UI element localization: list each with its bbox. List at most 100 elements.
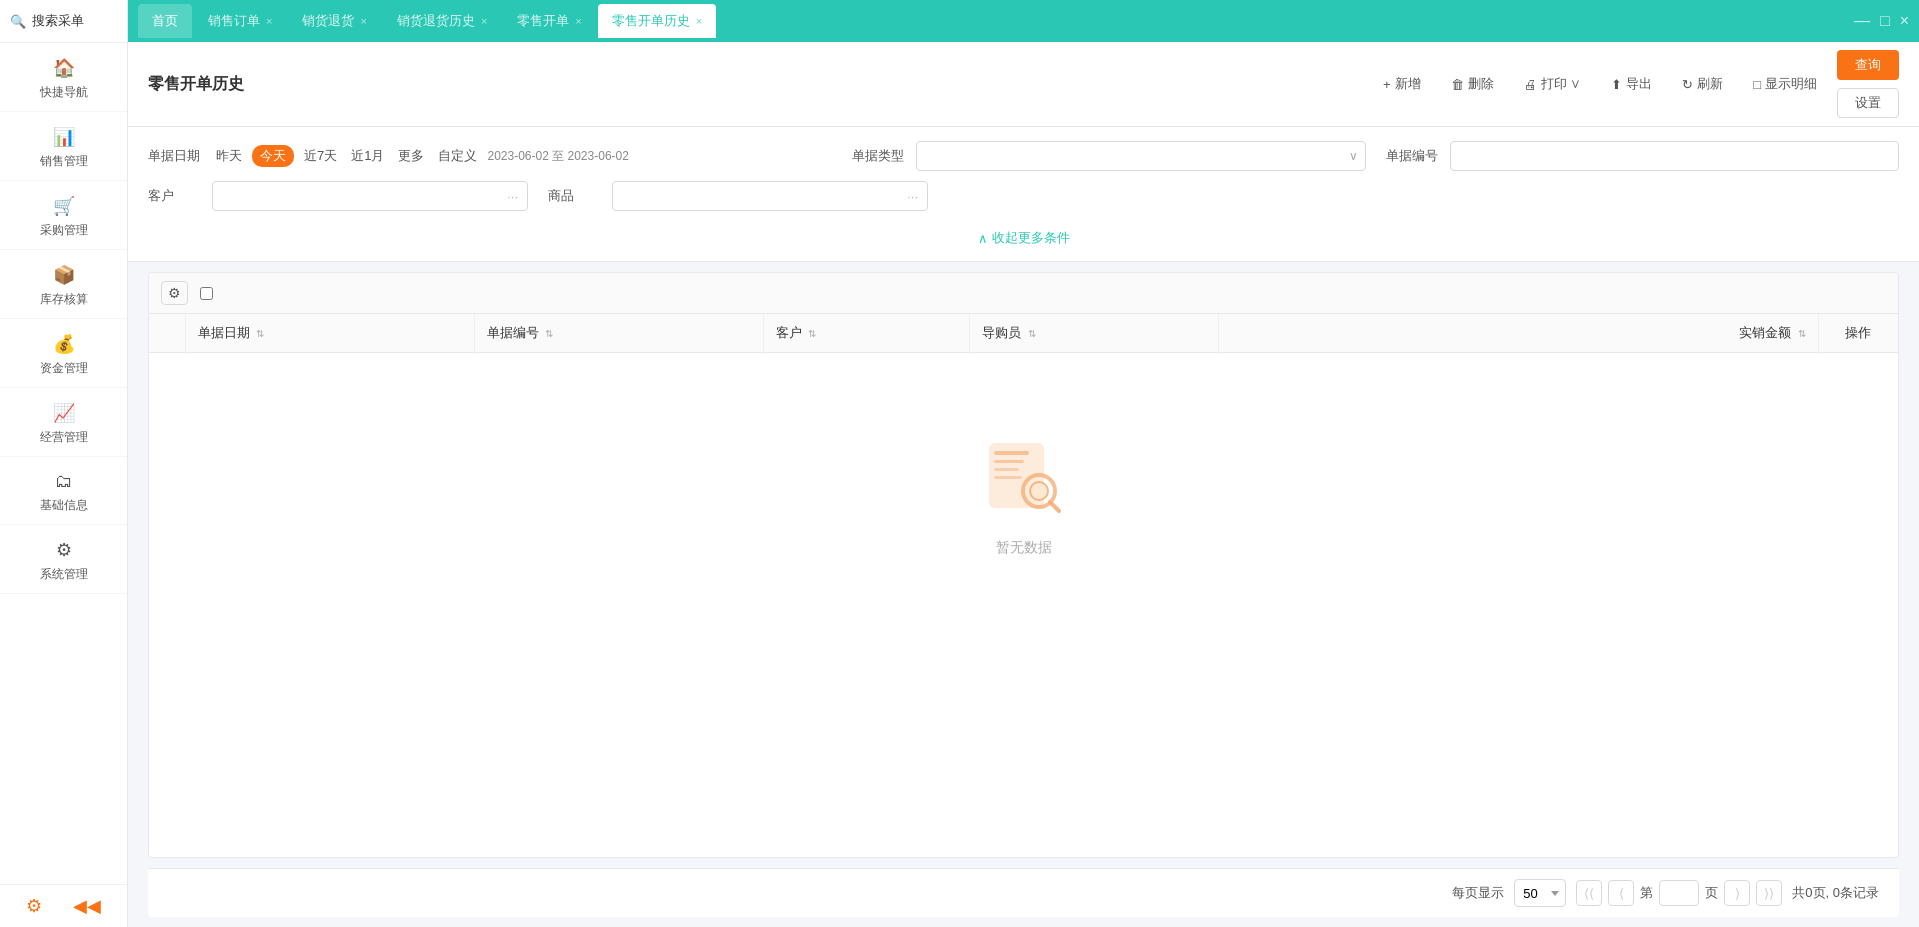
doc-no-input[interactable] <box>1450 141 1899 171</box>
finance-icon: 💰 <box>53 333 75 355</box>
tab-sales-return-history[interactable]: 销货退货历史 × <box>383 4 501 38</box>
doc-no-label: 单据编号 <box>1386 147 1442 165</box>
collapse-button[interactable]: ∧ 收起更多条件 <box>978 225 1070 251</box>
close-icon[interactable]: × <box>360 15 366 27</box>
filter-row-1: 单据日期 昨天 今天 近7天 近1月 更多 自定义 2023-06-02 至 2… <box>148 141 1899 171</box>
add-icon: + <box>1383 77 1391 92</box>
close-icon[interactable]: × <box>266 15 272 27</box>
last-page-button[interactable]: ⟩⟩ <box>1756 880 1782 906</box>
date-range-display: 2023-06-02 至 2023-06-02 <box>487 148 628 165</box>
collapse-sidebar-icon[interactable]: ◀◀ <box>73 895 101 917</box>
sidebar-item-label: 快捷导航 <box>40 84 88 101</box>
table-header-row: 单据日期 ⇅ 单据编号 ⇅ 客户 ⇅ <box>149 314 1898 353</box>
filter-date-field: 单据日期 昨天 今天 近7天 近1月 更多 自定义 2023-06-02 至 2… <box>148 145 832 167</box>
sidebar-item-operations[interactable]: 📈 经营管理 <box>0 388 127 457</box>
sidebar-item-purchase-mgmt[interactable]: 🛒 采购管理 <box>0 181 127 250</box>
tab-home[interactable]: 首页 <box>138 4 192 38</box>
svg-rect-2 <box>994 460 1024 463</box>
tab-sales-return-history-label: 销货退货历史 <box>397 12 475 30</box>
next-page-button[interactable]: ⟩ <box>1724 880 1750 906</box>
per-page-label: 每页显示 <box>1452 884 1504 902</box>
collapse-section: ∧ 收起更多条件 <box>148 221 1899 251</box>
add-button[interactable]: + 新增 <box>1373 70 1431 98</box>
customer-input[interactable] <box>212 181 528 211</box>
yesterday-shortcut[interactable]: 昨天 <box>212 145 246 167</box>
product-input[interactable] <box>612 181 928 211</box>
page-word: 第 <box>1640 884 1653 902</box>
export-button[interactable]: ⬆ 导出 <box>1601 70 1662 98</box>
empty-row: 暂无数据 <box>149 353 1898 638</box>
close-window-icon[interactable]: × <box>1900 12 1909 30</box>
sidebar-item-quick-nav[interactable]: 🏠 快捷导航 <box>0 43 127 112</box>
col-date[interactable]: 单据日期 ⇅ <box>185 314 474 353</box>
first-page-button[interactable]: ⟨⟨ <box>1576 880 1602 906</box>
sales-icon: 📊 <box>53 126 75 148</box>
page-title: 零售开单历史 <box>148 74 1363 95</box>
per-page-select[interactable]: 50 10 20 100 <box>1514 879 1566 907</box>
gear-icon[interactable]: ⚙ <box>26 895 42 917</box>
col-customer[interactable]: 客户 ⇅ <box>763 314 970 353</box>
col-checkbox <box>149 314 185 353</box>
sort-arrows-date: ⇅ <box>256 328 264 339</box>
col-salesperson[interactable]: 导购员 ⇅ <box>970 314 1218 353</box>
export-icon: ⬆ <box>1611 77 1622 92</box>
delete-label: 删除 <box>1468 75 1494 93</box>
doc-type-input[interactable] <box>916 141 1365 171</box>
sidebar-item-basic-info[interactable]: 🗂 基础信息 <box>0 457 127 525</box>
sidebar-item-sales-mgmt[interactable]: 📊 销售管理 <box>0 112 127 181</box>
delete-button[interactable]: 🗑 删除 <box>1441 70 1504 98</box>
close-icon[interactable]: × <box>696 15 702 27</box>
refresh-button[interactable]: ↻ 刷新 <box>1672 70 1733 98</box>
prev-page-button[interactable]: ⟨ <box>1608 880 1634 906</box>
sidebar-bottom: ⚙ ◀◀ <box>0 884 127 927</box>
print-button[interactable]: 🖨 打印 ∨ <box>1514 70 1592 98</box>
select-all-checkbox[interactable] <box>200 287 213 300</box>
1month-shortcut[interactable]: 近1月 <box>347 145 388 167</box>
doc-type-label: 单据类型 <box>852 147 908 165</box>
page-number-input[interactable]: 1 <box>1659 880 1699 906</box>
svg-rect-3 <box>994 468 1019 471</box>
tab-retail-history[interactable]: 零售开单历史 × <box>598 4 716 38</box>
sidebar-search-label: 搜索采单 <box>32 12 84 30</box>
table-settings-button[interactable]: ⚙ <box>161 281 188 305</box>
empty-text: 暂无数据 <box>996 539 1052 557</box>
today-shortcut[interactable]: 今天 <box>252 145 294 167</box>
filter-doc-type-field: 单据类型 ∨ <box>852 141 1365 171</box>
sidebar-item-system-mgmt[interactable]: ⚙ 系统管理 <box>0 525 127 594</box>
sidebar-item-inventory[interactable]: 📦 库存核算 <box>0 250 127 319</box>
svg-line-7 <box>1050 502 1059 511</box>
sidebar-item-label: 基础信息 <box>40 497 88 514</box>
tab-sales-order-label: 销售订单 <box>208 12 260 30</box>
settings-button[interactable]: 设置 <box>1837 88 1899 118</box>
operations-icon: 📈 <box>53 402 75 424</box>
tab-retail-open[interactable]: 零售开单 × <box>503 4 595 38</box>
custom-shortcut[interactable]: 自定义 <box>434 145 481 167</box>
tab-sales-order[interactable]: 销售订单 × <box>194 4 286 38</box>
sidebar-item-label: 采购管理 <box>40 222 88 239</box>
sidebar-search[interactable]: 🔍 搜索采单 <box>0 0 127 43</box>
col-customer-label: 客户 <box>776 325 802 340</box>
more-shortcut[interactable]: 更多 <box>394 145 428 167</box>
close-icon[interactable]: × <box>481 15 487 27</box>
export-label: 导出 <box>1626 75 1652 93</box>
tab-bar-actions: — □ × <box>1854 12 1909 30</box>
col-no[interactable]: 单据编号 ⇅ <box>474 314 763 353</box>
refresh-icon: ↻ <box>1682 77 1693 92</box>
main-area: 首页 销售订单 × 销货退货 × 销货退货历史 × 零售开单 × 零售开单历史 … <box>128 0 1919 927</box>
display-detail-button[interactable]: □ 显示明细 <box>1743 70 1827 98</box>
7days-shortcut[interactable]: 近7天 <box>300 145 341 167</box>
sidebar-item-label: 资金管理 <box>40 360 88 377</box>
minimize-icon[interactable]: — <box>1854 12 1870 30</box>
filter-action-buttons: 查询 设置 <box>1837 50 1899 118</box>
maximize-icon[interactable]: □ <box>1880 12 1890 30</box>
close-icon[interactable]: × <box>575 15 581 27</box>
query-button[interactable]: 查询 <box>1837 50 1899 80</box>
delete-icon: 🗑 <box>1451 77 1464 92</box>
filter-doc-no-field: 单据编号 <box>1386 141 1899 171</box>
col-amount[interactable]: 实销金额 ⇅ <box>1218 314 1818 353</box>
sidebar-item-label: 库存核算 <box>40 291 88 308</box>
svg-rect-1 <box>994 451 1029 455</box>
sidebar-item-finance[interactable]: 💰 资金管理 <box>0 319 127 388</box>
tab-sales-return[interactable]: 销货退货 × <box>288 4 380 38</box>
pagination: 每页显示 50 10 20 100 ⟨⟨ ⟨ 第 1 页 ⟩ ⟩⟩ 共0页, 0… <box>148 868 1899 917</box>
